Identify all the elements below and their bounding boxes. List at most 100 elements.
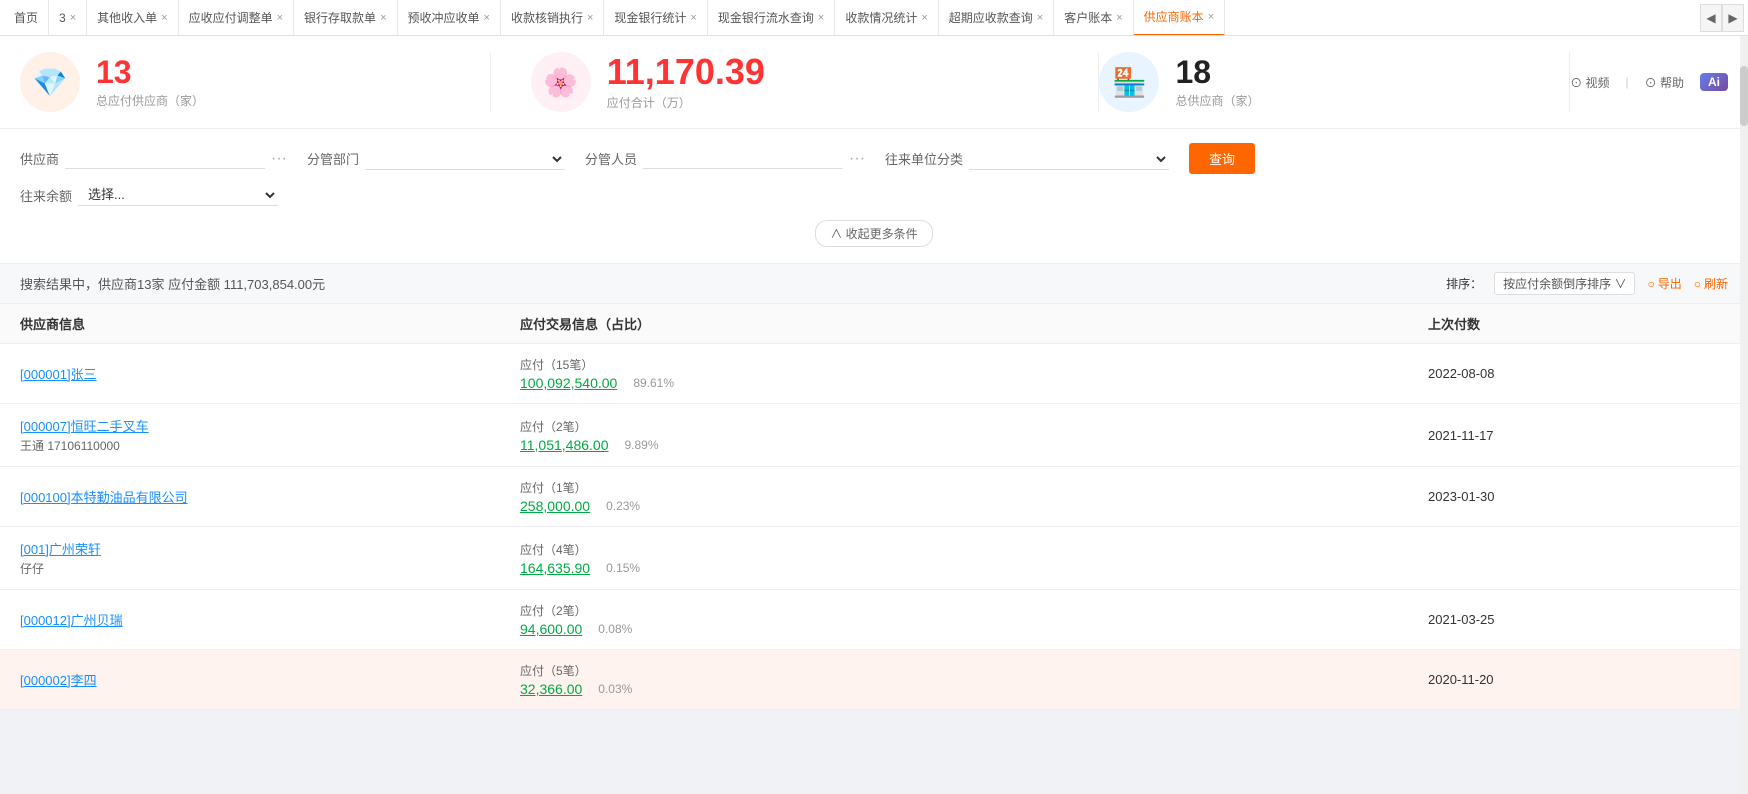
nav-prev-arrow[interactable]: ◀ xyxy=(1700,4,1722,32)
store-icon: 🏪 xyxy=(1099,52,1159,112)
refresh-button[interactable]: ○ 刷新 xyxy=(1694,275,1728,292)
payable-amount[interactable]: 258,000.00 xyxy=(520,498,590,514)
payable-desc: 应付（4笔） xyxy=(520,541,1428,558)
payable-cell: 应付（2笔）11,051,486.009.89% xyxy=(520,418,1428,453)
close-tab-cash-bank-stat[interactable]: × xyxy=(690,12,696,24)
scrollbar-thumb[interactable] xyxy=(1740,66,1748,126)
payable-desc: 应付（2笔） xyxy=(520,602,1428,619)
table-row: [000012]广州贝瑞 应付（2笔） 94,600.00 0.08% 2021-03-… xyxy=(0,590,1748,650)
summary-actions: ⊙ 视频 | ⊙ 帮助 Ai xyxy=(1570,73,1728,91)
close-tab-receipt-writeoff[interactable]: × xyxy=(587,12,593,24)
query-button[interactable]: 查询 xyxy=(1189,143,1255,174)
summary-card-suppliers: 💎 13 总应付供应商（家） xyxy=(20,52,491,112)
supplier-cell: [000007]恒旺二手叉车王通 17106110000 xyxy=(20,416,520,454)
filter-balance: 往来余额 选择... xyxy=(20,184,278,206)
supplier-link[interactable]: [001]广州荣轩 xyxy=(20,542,101,557)
sort-label: 排序： xyxy=(1446,275,1482,292)
supplier-cell: [000012]广州贝瑞 xyxy=(20,610,520,629)
sep: | xyxy=(1626,75,1629,89)
last-pay-cell: 2021-03-25 xyxy=(1428,612,1728,627)
collapse-button[interactable]: ∧ 收起更多条件 xyxy=(815,220,932,247)
close-tab-cash-bank-flow[interactable]: × xyxy=(818,12,824,24)
payable-desc: 应付（1笔） xyxy=(520,479,1428,496)
results-right: 排序： 按应付余额倒序排序 ∨ ○ 导出 ○ 刷新 xyxy=(1446,272,1728,295)
nav-tab-customer-ledger[interactable]: 客户账本× xyxy=(1054,0,1133,36)
supplier-link[interactable]: [000002]李四 xyxy=(20,673,97,688)
col-last-pay: 上次付数 xyxy=(1428,314,1728,333)
category-select[interactable] xyxy=(969,148,1169,170)
supplier-cell: [000001]张三 xyxy=(20,364,520,383)
total-payable-suppliers-num: 13 xyxy=(96,56,204,88)
close-tab-ar-ap-adjust[interactable]: × xyxy=(277,12,283,24)
nav-tab-cash-bank-stat[interactable]: 现金银行统计× xyxy=(604,0,707,36)
nav-tab-home[interactable]: 首页 xyxy=(4,0,49,36)
close-tab-tab3[interactable]: × xyxy=(70,12,76,24)
close-tab-bank-deposit[interactable]: × xyxy=(380,12,386,24)
payable-amount[interactable]: 164,635.90 xyxy=(520,560,590,576)
summary-card-total-suppliers: 🏪 18 总供应商（家） xyxy=(1099,52,1570,112)
nav-tab-receipt-writeoff[interactable]: 收款核销执行× xyxy=(501,0,604,36)
supplier-link[interactable]: [000007]恒旺二手叉车 xyxy=(20,419,149,434)
supplier-link[interactable]: [000001]张三 xyxy=(20,367,97,382)
sort-button[interactable]: 按应付余额倒序排序 ∨ xyxy=(1494,272,1635,295)
dept-label: 分管部门 xyxy=(307,149,359,168)
close-tab-receipt-stat[interactable]: × xyxy=(921,12,927,24)
payable-pct: 89.61% xyxy=(633,376,674,390)
person-dots[interactable]: ··· xyxy=(849,150,865,168)
nav-tab-other-income[interactable]: 其他收入单× xyxy=(87,0,178,36)
col-payable-info: 应付交易信息（占比） xyxy=(520,314,1428,333)
supplier-input[interactable] xyxy=(65,149,265,169)
nav-tab-cash-bank-flow[interactable]: 现金银行流水查询× xyxy=(708,0,835,36)
nav-tab-ar-ap-adjust[interactable]: 应收应付调整单× xyxy=(179,0,294,36)
close-tab-overdue-ar[interactable]: × xyxy=(1037,12,1043,24)
supplier-dots[interactable]: ··· xyxy=(271,150,287,168)
supplier-label: 供应商 xyxy=(20,149,59,168)
category-label: 往来单位分类 xyxy=(885,149,963,168)
help-link[interactable]: ⊙ 帮助 xyxy=(1645,74,1684,91)
payable-desc: 应付（5笔） xyxy=(520,662,1428,679)
table-row: [000007]恒旺二手叉车王通 17106110000应付（2笔） 11,051… xyxy=(0,404,1748,467)
payable-amount[interactable]: 11,051,486.00 xyxy=(520,437,609,453)
export-icon: ○ xyxy=(1647,277,1654,291)
payable-amount[interactable]: 94,600.00 xyxy=(520,621,582,637)
export-button[interactable]: ○ 导出 xyxy=(1647,275,1681,292)
last-pay-cell: 2023-01-30 xyxy=(1428,489,1728,504)
results-bar: 搜索结果中，供应商13家 应付金额 111,703,854.00元 排序： 按应… xyxy=(0,264,1748,304)
payable-pct: 0.08% xyxy=(598,622,632,636)
video-link[interactable]: ⊙ 视频 xyxy=(1570,74,1609,91)
person-input[interactable] xyxy=(643,149,843,169)
nav-tab-supplier-ledger[interactable]: 供应商账本× xyxy=(1134,0,1225,36)
supplier-link[interactable]: [000012]广州贝瑞 xyxy=(20,613,123,628)
table-row: [000001]张三应付（15笔）100,092,540.0089.61%202… xyxy=(0,344,1748,404)
payable-cell: 应付（1笔） 258,000.00 0.23% xyxy=(520,479,1428,514)
top-nav: 首页3×其他收入单×应收应付调整单×银行存取款单×预收冲应收单×收款核销执行×现… xyxy=(0,0,1748,36)
nav-tab-prepay-ar[interactable]: 预收冲应收单× xyxy=(398,0,501,36)
payable-cell: 应付（2笔） 94,600.00 0.08% xyxy=(520,602,1428,637)
close-tab-customer-ledger[interactable]: × xyxy=(1116,12,1122,24)
payable-pct: 0.23% xyxy=(606,499,640,513)
payable-total-label: 应付合计（万） xyxy=(607,94,765,111)
nav-tab-bank-deposit[interactable]: 银行存取款单× xyxy=(294,0,397,36)
balance-label: 往来余额 xyxy=(20,186,72,205)
close-tab-prepay-ar[interactable]: × xyxy=(484,12,490,24)
payable-amount[interactable]: 100,092,540.00 xyxy=(520,375,617,391)
payable-total-num: 11,170.39 xyxy=(607,54,765,90)
ai-badge[interactable]: Ai xyxy=(1700,73,1728,91)
payable-pct: 0.03% xyxy=(598,682,632,696)
payable-desc: 应付（2笔） xyxy=(520,418,1428,435)
dept-select[interactable] xyxy=(365,148,565,170)
nav-tab-tab3[interactable]: 3× xyxy=(49,0,87,36)
close-tab-other-income[interactable]: × xyxy=(161,12,167,24)
payable-cell: 应付（5笔） 32,366.00 0.03% xyxy=(520,662,1428,697)
payable-amount[interactable]: 32,366.00 xyxy=(520,681,582,697)
scrollbar-track[interactable] xyxy=(1740,36,1748,794)
close-tab-supplier-ledger[interactable]: × xyxy=(1208,11,1214,23)
supplier-link[interactable]: [000100]本特勤油品有限公司 xyxy=(20,490,188,505)
nav-tab-receipt-stat[interactable]: 收款情况统计× xyxy=(835,0,938,36)
nav-next-arrow[interactable]: ▶ xyxy=(1722,4,1744,32)
balance-select[interactable]: 选择... xyxy=(78,184,278,206)
nav-tab-overdue-ar[interactable]: 超期应收款查询× xyxy=(939,0,1054,36)
supplier-sub: 仔仔 xyxy=(20,560,520,577)
filter-person: 分管人员 ··· xyxy=(585,149,865,169)
last-pay-cell: 2020-11-20 xyxy=(1428,672,1728,687)
